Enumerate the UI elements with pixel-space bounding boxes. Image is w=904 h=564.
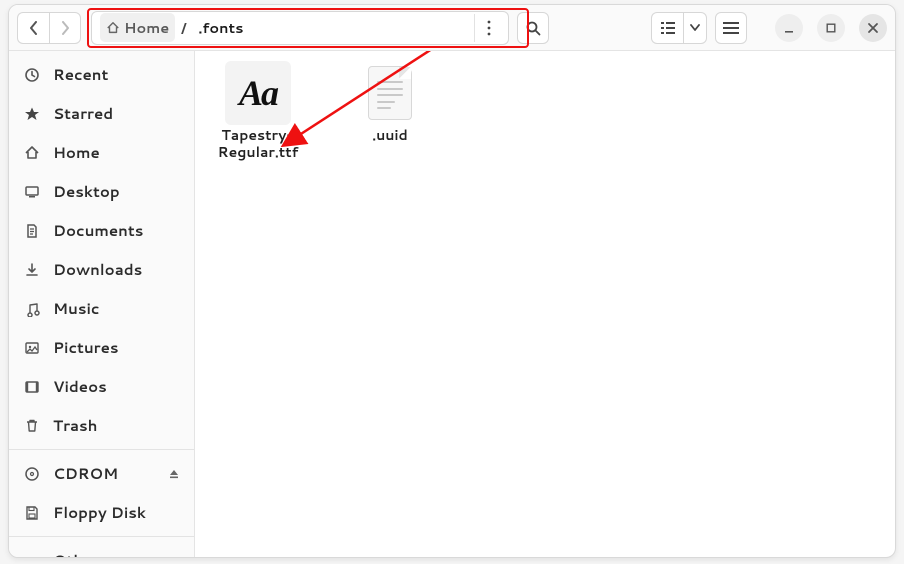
nav-back-forward-group [17,12,81,44]
disc-icon [23,466,41,482]
home-icon [106,21,120,35]
sidebar-item-recent[interactable]: Recent [9,55,194,94]
font-file-icon: Aa [225,61,291,125]
sidebar-item-label: Recent [53,64,108,85]
file-item-text[interactable]: .uuid [345,61,435,144]
sidebar-item-home[interactable]: Home [9,133,194,172]
sidebar-item-cdrom[interactable]: CDROM [9,454,194,493]
breadcrumb-current[interactable]: .fonts [192,13,249,42]
sidebar: Recent Starred Home Desktop Documents Do [9,51,195,557]
sidebar-item-label: Floppy Disk [53,502,146,523]
music-icon [23,301,41,317]
list-icon [660,21,676,35]
sidebar-item-floppy[interactable]: Floppy Disk [9,493,194,532]
sidebar-item-other-locations[interactable]: Other Locations [9,541,194,557]
file-item-font[interactable]: Aa Tapestry-Regular.ttf [213,61,303,161]
font-preview-glyph: Aa [239,72,277,114]
eject-icon [168,468,180,480]
sidebar-separator [9,449,194,450]
dots-vertical-icon [487,20,491,36]
sidebar-item-label: Starred [53,103,113,124]
icon-grid: Aa Tapestry-Regular.ttf .uuid [213,61,877,161]
minimize-button[interactable] [775,14,803,42]
file-label: .uuid [372,127,408,144]
breadcrumb-home[interactable]: Home [100,13,175,42]
sidebar-item-label: Trash [53,415,98,436]
close-icon [867,22,879,34]
pathbar-actions-button[interactable] [474,14,502,42]
floppy-icon [23,505,41,521]
clock-icon [23,67,41,83]
hamburger-menu-button[interactable] [715,12,747,44]
file-label: Tapestry-Regular.ttf [213,127,303,161]
download-icon [23,262,41,278]
maximize-icon [825,22,837,34]
hamburger-icon [723,22,739,34]
sidebar-item-label: Desktop [53,181,120,202]
eject-button[interactable] [168,468,180,480]
sidebar-item-trash[interactable]: Trash [9,406,194,445]
pathbar-container: Home / .fonts [89,11,509,45]
close-button[interactable] [859,14,887,42]
sidebar-item-label: CDROM [53,463,118,484]
search-icon [525,20,541,36]
star-icon [23,106,41,122]
home-icon [23,145,41,161]
sidebar-item-label: Documents [53,220,143,241]
sidebar-item-music[interactable]: Music [9,289,194,328]
sidebar-item-downloads[interactable]: Downloads [9,250,194,289]
back-button[interactable] [17,12,49,44]
file-manager-window: Home / .fonts [8,4,896,558]
sidebar-item-starred[interactable]: Starred [9,94,194,133]
headerbar: Home / .fonts [9,5,895,51]
sidebar-item-desktop[interactable]: Desktop [9,172,194,211]
chevron-down-icon [690,24,700,32]
view-list-button[interactable] [651,12,683,44]
search-button[interactable] [517,12,549,44]
forward-button[interactable] [49,12,81,44]
view-options-button[interactable] [683,12,707,44]
breadcrumb-separator: / [179,17,188,38]
sidebar-item-label: Downloads [53,259,142,280]
picture-icon [23,340,41,356]
text-file-icon [357,61,423,125]
sidebar-item-label: Music [53,298,99,319]
sidebar-item-videos[interactable]: Videos [9,367,194,406]
content-area[interactable]: Aa Tapestry-Regular.ttf .uuid [195,51,895,557]
pathbar[interactable]: Home / .fonts [91,11,509,45]
document-icon [23,223,41,239]
chevron-right-icon [59,21,71,35]
minimize-icon [783,22,795,34]
view-switcher-group [651,12,707,44]
desktop-icon [23,184,41,200]
sidebar-item-documents[interactable]: Documents [9,211,194,250]
sidebar-item-label: Pictures [53,337,119,358]
body: Recent Starred Home Desktop Documents Do [9,51,895,557]
trash-icon [23,418,41,434]
breadcrumb-home-label: Home [124,17,169,38]
sidebar-item-label: Other Locations [53,550,180,557]
sidebar-item-label: Home [53,142,100,163]
sidebar-separator [9,536,194,537]
maximize-button[interactable] [817,14,845,42]
video-icon [23,379,41,395]
sidebar-item-pictures[interactable]: Pictures [9,328,194,367]
sidebar-item-label: Videos [53,376,107,397]
chevron-left-icon [28,21,40,35]
